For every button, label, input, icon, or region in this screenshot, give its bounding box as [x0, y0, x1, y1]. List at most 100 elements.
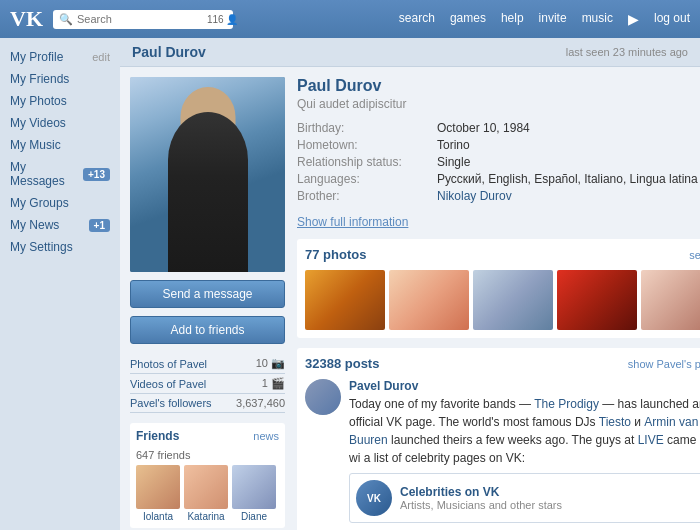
user-name: Paul Durov — [297, 77, 700, 95]
photos-count: 77 photos — [305, 247, 366, 262]
friend-item-diane[interactable]: Diane — [232, 465, 276, 522]
post-card[interactable]: VK Celebrities on VK Artists, Musicians … — [349, 473, 700, 523]
languages-value: Русский, English, Español, Italiano, Lin… — [437, 172, 698, 186]
post-item: Pavel Durov Today one of my favorite ban… — [305, 379, 700, 530]
languages-label: Languages: — [297, 172, 437, 186]
posts-section: 32388 posts show Pavel's posts Pavel Dur… — [297, 348, 700, 530]
sidebar-item-my-groups[interactable]: My Groups — [0, 192, 120, 214]
search-input[interactable] — [77, 13, 207, 25]
friend-avatar-diane — [232, 465, 276, 509]
show-full-info-link[interactable]: Show full information — [297, 215, 408, 229]
info-brother: Brother: Nikolay Durov — [297, 189, 700, 203]
friend-name-katarina: Katarina — [184, 511, 228, 522]
friends-header: Friends news — [136, 429, 279, 443]
friend-avatar-iolanta — [136, 465, 180, 509]
photo-thumb-2[interactable] — [389, 270, 469, 330]
profile-photo — [130, 77, 285, 272]
profile-header: Paul Durov last seen 23 minutes ago — [120, 38, 700, 67]
nav-invite[interactable]: invite — [539, 11, 567, 27]
photo-thumb-3[interactable] — [473, 270, 553, 330]
post-card-sub: Artists, Musicians and other stars — [400, 499, 562, 511]
photos-of-pavel-label: Photos of Pavel — [130, 358, 207, 370]
user-count: 116 👤 — [207, 14, 238, 25]
brother-value: Nikolay Durov — [437, 189, 512, 203]
profile-name-header: Paul Durov — [132, 44, 206, 60]
photo-thumb-1[interactable] — [305, 270, 385, 330]
friend-avatar-katarina — [184, 465, 228, 509]
top-nav: search games help invite music ▶ log out — [399, 11, 690, 27]
nav-help[interactable]: help — [501, 11, 524, 27]
friends-grid: Iolanta Katarina Diane — [136, 465, 279, 522]
photo-thumb-4[interactable] — [557, 270, 637, 330]
posts-count: 32388 posts — [305, 356, 379, 371]
info-languages: Languages: Русский, English, Español, It… — [297, 172, 700, 186]
send-message-button[interactable]: Send a message — [130, 280, 285, 308]
photos-section: 77 photos see all — [297, 239, 700, 338]
followers-count: 3,637,460 — [236, 397, 285, 409]
last-seen: last seen 23 minutes ago — [566, 46, 688, 58]
photos-of-pavel-count: 10 📷 — [256, 357, 285, 370]
nav-search[interactable]: search — [399, 11, 435, 27]
post-author-name[interactable]: Pavel Durov — [349, 379, 418, 393]
post-text-1: Today one of my favorite bands — — [349, 397, 534, 411]
post-card-icon: VK — [356, 480, 392, 516]
info-birthday: Birthday: October 10, 1984 — [297, 121, 700, 135]
sidebar-item-my-news[interactable]: My News +1 — [0, 214, 120, 236]
show-pavels-posts-link[interactable]: show Pavel's posts — [628, 358, 700, 370]
friend-item-katarina[interactable]: Katarina — [184, 465, 228, 522]
prodigy-link[interactable]: The Prodigy — [534, 397, 599, 411]
photos-see-all-link[interactable]: see all — [689, 249, 700, 261]
relationship-value: Single — [437, 155, 470, 169]
sidebar-item-my-friends[interactable]: My Friends — [0, 68, 120, 90]
brother-label: Brother: — [297, 189, 437, 203]
sidebar-item-my-settings[interactable]: My Settings — [0, 236, 120, 258]
post-text: Today one of my favorite bands — The Pro… — [349, 395, 700, 467]
add-to-friends-button[interactable]: Add to friends — [130, 316, 285, 344]
nav-logout[interactable]: log out — [654, 11, 690, 27]
videos-of-pavel-label: Videos of Pavel — [130, 378, 206, 390]
post-author-avatar — [305, 379, 341, 415]
profile-body: Send a message Add to friends Photos of … — [120, 67, 700, 530]
tiesto-link[interactable]: Tiesto — [599, 415, 631, 429]
sidebar-item-my-videos[interactable]: My Videos — [0, 112, 120, 134]
videos-of-pavel-count: 1 🎬 — [262, 377, 285, 390]
info-hometown: Hometown: Torino — [297, 138, 700, 152]
hometown-label: Hometown: — [297, 138, 437, 152]
sidebar-item-my-profile[interactable]: My Profile edit — [0, 46, 120, 68]
posts-section-header: 32388 posts show Pavel's posts — [305, 356, 700, 371]
birthday-value: October 10, 1984 — [437, 121, 530, 135]
friend-name-diane: Diane — [232, 511, 276, 522]
profile-left: Send a message Add to friends Photos of … — [130, 77, 285, 530]
sidebar-item-my-messages[interactable]: My Messages +13 — [0, 156, 120, 192]
play-icon[interactable]: ▶ — [628, 11, 639, 27]
nav-music[interactable]: music — [582, 11, 613, 27]
photos-section-header: 77 photos see all — [305, 247, 700, 262]
info-table: Birthday: October 10, 1984 Hometown: Tor… — [297, 121, 700, 203]
post-content: Pavel Durov Today one of my favorite ban… — [349, 379, 700, 530]
friend-item-iolanta[interactable]: Iolanta — [136, 465, 180, 522]
user-status: Qui audet adipiscitur — [297, 97, 700, 111]
photos-videos-section: Photos of Pavel 10 📷 Videos of Pavel 1 🎬… — [130, 354, 285, 413]
content-area: Paul Durov last seen 23 minutes ago Send… — [120, 38, 700, 530]
info-relationship: Relationship status: Single — [297, 155, 700, 169]
followers-label: Pavel's followers — [130, 397, 212, 409]
photos-grid — [305, 270, 700, 330]
brother-link[interactable]: Nikolay Durov — [437, 189, 512, 203]
followers-row[interactable]: Pavel's followers 3,637,460 — [130, 394, 285, 413]
friends-news-link[interactable]: news — [253, 430, 279, 442]
photos-of-pavel-row[interactable]: Photos of Pavel 10 📷 — [130, 354, 285, 374]
live-link[interactable]: LIVE — [638, 433, 664, 447]
post-text-4: launched theirs a few weeks ago. The guy… — [388, 433, 638, 447]
relationship-label: Relationship status: — [297, 155, 437, 169]
nav-games[interactable]: games — [450, 11, 486, 27]
videos-of-pavel-row[interactable]: Videos of Pavel 1 🎬 — [130, 374, 285, 394]
sidebar-item-my-music[interactable]: My Music — [0, 134, 120, 156]
birthday-label: Birthday: — [297, 121, 437, 135]
photo-thumb-5[interactable] — [641, 270, 700, 330]
search-bar[interactable]: 🔍 116 👤 — [53, 10, 233, 29]
vk-logo: VK — [10, 6, 43, 32]
friends-section: Friends news 647 friends Iolanta Katarin… — [130, 423, 285, 528]
post-card-info: Celebrities on VK Artists, Musicians and… — [400, 485, 562, 511]
sidebar-item-my-photos[interactable]: My Photos — [0, 90, 120, 112]
photo-figure — [168, 112, 248, 272]
